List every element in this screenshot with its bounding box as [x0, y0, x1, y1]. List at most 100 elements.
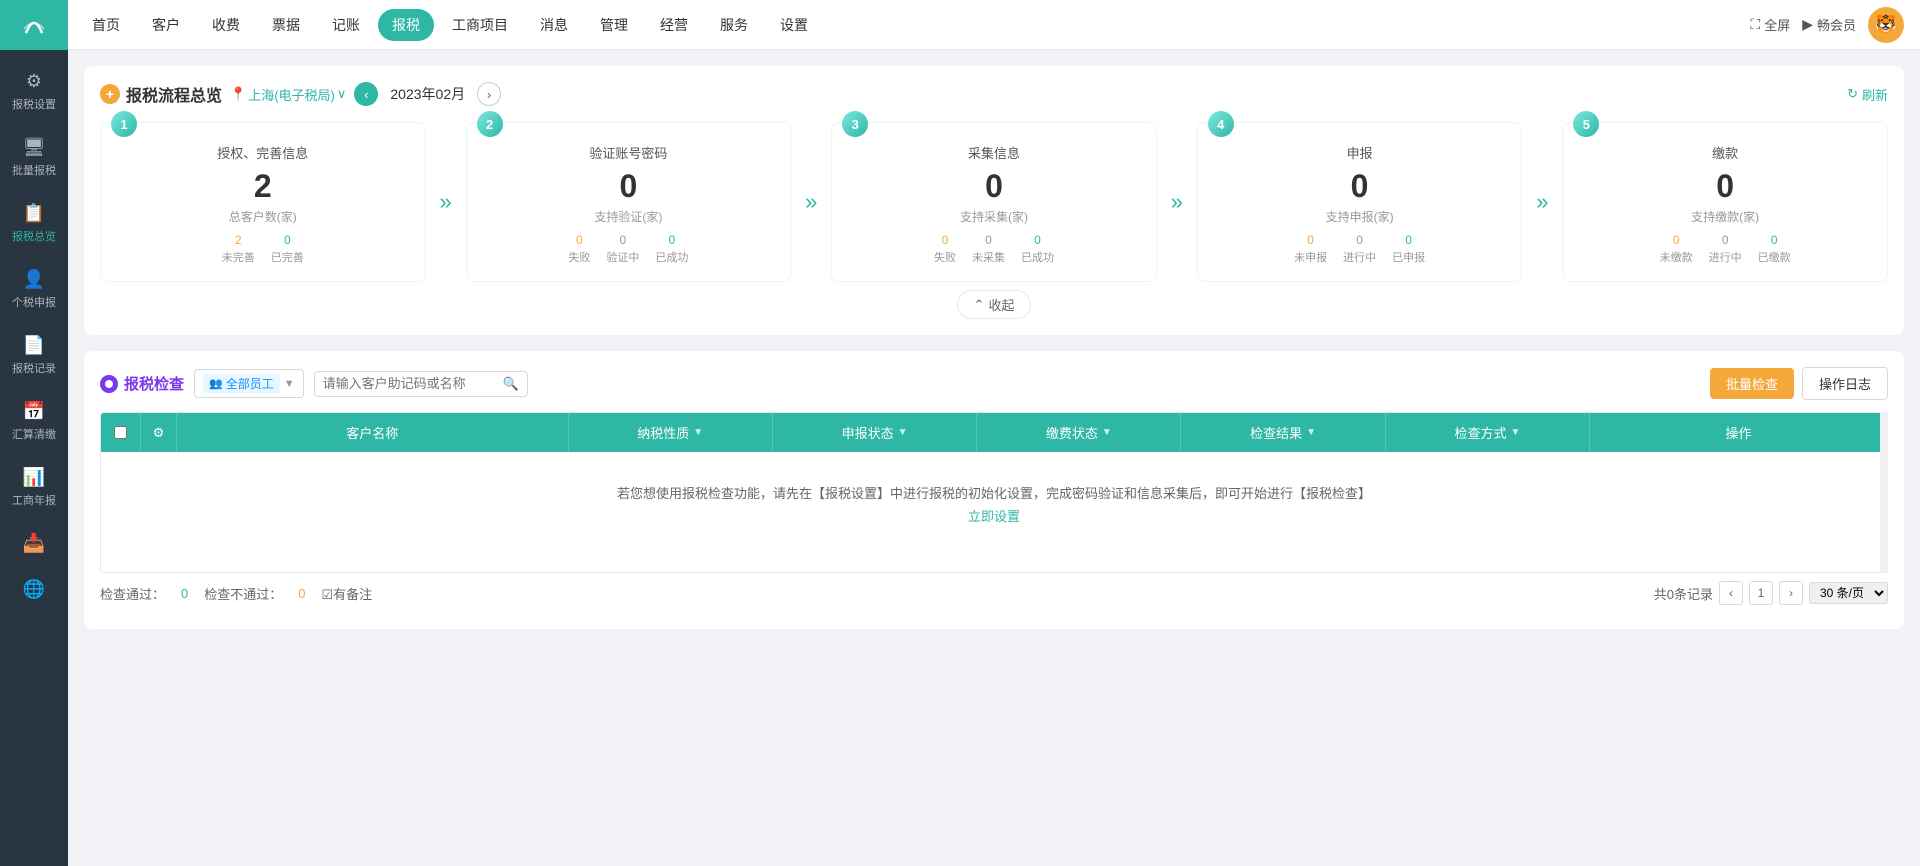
sidebar-item-extra-1[interactable]: 🌐 [0, 566, 68, 612]
step-stats-4: 0 未申报 0 进行中 0 已申报 [1214, 233, 1506, 265]
step-stats-1: 2 未完善 0 已完善 [117, 233, 409, 265]
next-page-btn[interactable]: › [1779, 581, 1803, 605]
fail-label: 检查不通过： [204, 584, 282, 603]
month-nav: ‹ 2023年02月 › [354, 82, 501, 106]
stat-value[interactable]: 2 [235, 233, 242, 247]
stat-value[interactable]: 0 [942, 233, 949, 247]
stat-label: 已完善 [271, 249, 304, 265]
per-page-select[interactable]: 30 条/页 [1809, 582, 1888, 604]
fail-count[interactable]: 0 [298, 586, 305, 601]
nav-item-收费[interactable]: 收费 [198, 9, 254, 41]
step-num-5: 5 [1573, 111, 1599, 137]
step-count-1: 2 [117, 170, 409, 202]
sidebar-item-settlement[interactable]: 📅汇算清缴 [0, 388, 68, 454]
th-checkbox[interactable] [101, 413, 141, 452]
collapse-row: ⌃ 收起 [100, 290, 1888, 319]
pass-count[interactable]: 0 [181, 586, 188, 601]
step-title-4: 申报 [1214, 143, 1506, 162]
tax-records-icon: 📄 [23, 334, 45, 356]
batch-check-btn[interactable]: 批量检查 [1710, 368, 1794, 399]
sidebar-item-batch-tax[interactable]: 🖥批量报税 [0, 124, 68, 190]
first-page-btn[interactable]: ‹ [1719, 581, 1743, 605]
location-tag[interactable]: 📍 上海(电子税局) ∨ [230, 85, 346, 104]
refresh-btn[interactable]: ↻ 刷新 [1847, 85, 1888, 104]
nav-item-报税[interactable]: 报税 [378, 9, 434, 41]
check-header: 报税检查 👥 全部员工 ▼ 🔍 批量检查 操作日志 [100, 367, 1888, 400]
select-all-checkbox[interactable] [114, 426, 127, 439]
nav-item-客户[interactable]: 客户 [138, 9, 194, 41]
th-tax[interactable]: 纳税性质 ▼ [569, 413, 773, 452]
stat-label: 未缴款 [1660, 249, 1693, 265]
stat-value[interactable]: 0 [620, 233, 627, 247]
th-method[interactable]: 检查方式 ▼ [1386, 413, 1590, 452]
nav-item-经营[interactable]: 经营 [646, 9, 702, 41]
step-card-4: 4 申报 0 支持申报(家) 0 未申报 0 进行中 0 已申报 [1197, 122, 1523, 282]
stat-label: 失败 [568, 249, 590, 265]
total-records: 共0条记录 [1654, 584, 1713, 603]
tax-check-table: ⚙ 客户名称 纳税性质 ▼ 申报状态 ▼ 缴费状态 ▼ [100, 412, 1888, 573]
step-count-3: 0 [848, 170, 1140, 202]
current-page: 1 [1749, 581, 1773, 605]
th-result[interactable]: 检查结果 ▼ [1181, 413, 1385, 452]
stat-value[interactable]: 0 [576, 233, 583, 247]
stat-value[interactable]: 0 [1034, 233, 1041, 247]
avatar[interactable]: 🐯 [1868, 7, 1904, 43]
stat-label: 验证中 [606, 249, 639, 265]
stat-value[interactable]: 0 [284, 233, 291, 247]
stat-label: 已成功 [655, 249, 688, 265]
stat-value[interactable]: 0 [1722, 233, 1729, 247]
search-box: 🔍 [314, 371, 528, 397]
sidebar-item-personal-tax[interactable]: 👤个税申报 [0, 256, 68, 322]
sidebar-item-annual-report[interactable]: 📊工商年报 [0, 454, 68, 520]
sidebar-item-extra-0[interactable]: 📥 [0, 520, 68, 566]
stat-value[interactable]: 0 [1771, 233, 1778, 247]
step-card-3: 3 采集信息 0 支持采集(家) 0 失败 0 未采集 0 已成功 [831, 122, 1157, 282]
process-steps: 1 授权、完善信息 2 总客户数(家) 2 未完善 0 已完善 » 2 验证账号… [100, 122, 1888, 282]
main-content: + 报税流程总览 📍 上海(电子税局) ∨ ‹ 2023年02月 › ↻ 刷新 … [68, 50, 1920, 866]
stat-value[interactable]: 0 [1405, 233, 1412, 247]
extra-icon-0: 📥 [23, 532, 45, 554]
arrow-icon: » [439, 189, 451, 215]
member-btn[interactable]: ▶ 畅会员 [1802, 15, 1856, 34]
empty-text: 若您想使用报税检查功能，请先在【报税设置】中进行报税的初始化设置，完成密码验证和… [617, 482, 1371, 505]
th-settings[interactable]: ⚙ [141, 413, 177, 452]
current-month: 2023年02月 [390, 84, 465, 104]
stat-value[interactable]: 0 [669, 233, 676, 247]
collapse-btn[interactable]: ⌃ 收起 [957, 290, 1032, 319]
fullscreen-btn[interactable]: ⛶ 全屏 [1750, 15, 1790, 34]
arrow-icon: » [1171, 189, 1183, 215]
step-stats-5: 0 未缴款 0 进行中 0 已缴款 [1579, 233, 1871, 265]
prev-month-btn[interactable]: ‹ [354, 82, 378, 106]
setup-link[interactable]: 立即设置 [968, 505, 1020, 528]
nav-item-服务[interactable]: 服务 [706, 9, 762, 41]
sidebar-item-tax-overview[interactable]: 📋报税总览 [0, 190, 68, 256]
nav-item-首页[interactable]: 首页 [78, 9, 134, 41]
nav-item-工商项目[interactable]: 工商项目 [438, 9, 522, 41]
stat-value[interactable]: 0 [1673, 233, 1680, 247]
employee-select[interactable]: 👥 全部员工 ▼ [194, 369, 304, 398]
search-input[interactable] [323, 376, 499, 391]
step-title-1: 授权、完善信息 [117, 143, 409, 162]
stat-label: 未采集 [972, 249, 1005, 265]
stat-label: 进行中 [1709, 249, 1742, 265]
sidebar-item-tax-settings[interactable]: ⚙报税设置 [0, 58, 68, 124]
nav-item-消息[interactable]: 消息 [526, 9, 582, 41]
stat-value[interactable]: 0 [1307, 233, 1314, 247]
nav-item-管理[interactable]: 管理 [586, 9, 642, 41]
next-month-btn[interactable]: › [477, 82, 501, 106]
nav-item-票据[interactable]: 票据 [258, 9, 314, 41]
table-scrollbar[interactable] [1880, 412, 1888, 573]
th-pay[interactable]: 缴费状态 ▼ [977, 413, 1181, 452]
operation-log-btn[interactable]: 操作日志 [1802, 367, 1888, 400]
th-name: 客户名称 [177, 413, 569, 452]
step-title-5: 缴款 [1579, 143, 1871, 162]
th-declare[interactable]: 申报状态 ▼ [773, 413, 977, 452]
stat-value[interactable]: 0 [1356, 233, 1363, 247]
stat-label: 已缴款 [1758, 249, 1791, 265]
extra-icon-1: 🌐 [23, 578, 45, 600]
step-arrow-2: » [1157, 122, 1197, 282]
nav-item-设置[interactable]: 设置 [766, 9, 822, 41]
stat-value[interactable]: 0 [985, 233, 992, 247]
nav-item-记账[interactable]: 记账 [318, 9, 374, 41]
sidebar-item-tax-records[interactable]: 📄报税记录 [0, 322, 68, 388]
